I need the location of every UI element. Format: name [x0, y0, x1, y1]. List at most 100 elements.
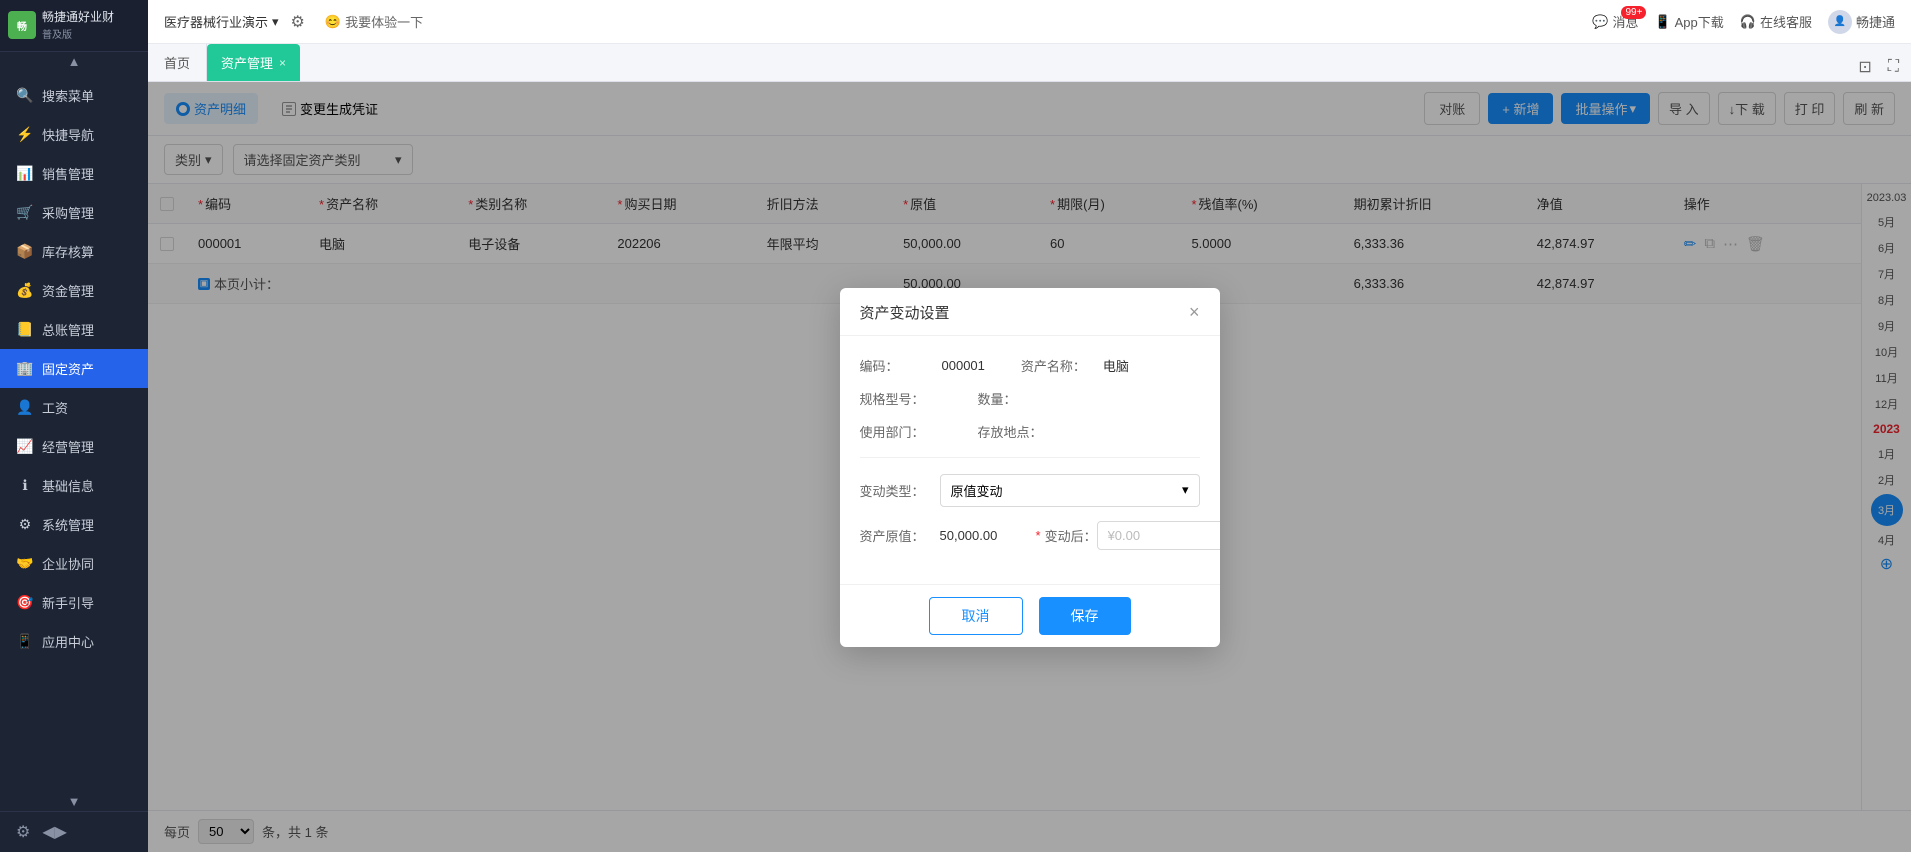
- experience-icon: 😊: [325, 14, 341, 30]
- tabbar: 首页 资产管理 × ⊡ ⛶: [148, 44, 1911, 82]
- fixed-assets-icon: 🏢: [16, 359, 34, 377]
- tab-home[interactable]: 首页: [148, 44, 207, 81]
- app-title: 畅捷通好业财: [42, 10, 114, 26]
- dialog-close-icon[interactable]: ×: [1189, 302, 1200, 323]
- quick-nav-icon: ⚡: [16, 125, 34, 143]
- tab-window-restore-icon[interactable]: ⊡: [1854, 53, 1875, 81]
- inventory-icon: 📦: [16, 242, 34, 260]
- dialog-after-change-input[interactable]: [1097, 521, 1220, 550]
- dialog-title: 资产变动设置: [860, 302, 950, 323]
- sidebar-scroll-up[interactable]: ▲: [0, 52, 148, 72]
- tabbar-right: ⊡ ⛶: [1854, 53, 1911, 81]
- system-icon: ⚙: [16, 515, 34, 533]
- sidebar-item-app-center[interactable]: 📱 应用中心: [0, 622, 148, 661]
- page-content: 资产明细 变更生成凭证 对账 + 新增 批量操作 ▾ 导 入 ↓下 载 打 印: [148, 82, 1911, 852]
- messages-btn[interactable]: 💬 消息 99+: [1592, 12, 1638, 31]
- sidebar-item-guide[interactable]: 🎯 新手引导: [0, 583, 148, 622]
- logo-icon: 畅: [8, 11, 36, 39]
- main-area: 医疗器械行业演示 ▾ ⚙ 😊 我要体验一下 💬 消息 99+ 📱 App下载 🎧…: [148, 0, 1911, 852]
- sidebar-item-fixed-assets[interactable]: 🏢 固定资产: [0, 349, 148, 388]
- purchase-icon: 🛒: [16, 203, 34, 221]
- message-icon: 💬: [1592, 14, 1608, 30]
- basic-info-icon: ℹ: [16, 476, 34, 494]
- topbar-settings-icon[interactable]: ⚙: [291, 12, 305, 32]
- settings-icon[interactable]: ⚙: [16, 822, 30, 842]
- dialog-location-label: 存放地点：: [978, 422, 1048, 441]
- tab-expand-icon[interactable]: ⛶: [1884, 54, 1903, 80]
- operations-icon: 📈: [16, 437, 34, 455]
- sidebar-title-wrap: 畅捷通好业财 普及版: [42, 10, 114, 41]
- enterprise-icon: 🤝: [16, 554, 34, 572]
- dialog-change-type-value: 原值变动: [951, 481, 1003, 500]
- company-name: 医疗器械行业演示: [164, 12, 268, 31]
- tab-asset-management[interactable]: 资产管理 ×: [207, 44, 300, 81]
- tab-close-icon[interactable]: ×: [279, 56, 286, 70]
- user-menu[interactable]: 👤 畅捷通: [1828, 10, 1895, 34]
- dialog-change-type-row: 变动类型： 原值变动 ▾: [860, 474, 1200, 507]
- customer-service-btn[interactable]: 🎧 在线客服: [1740, 12, 1812, 31]
- ledger-icon: 📒: [16, 320, 34, 338]
- dialog-required-mark: *: [1036, 528, 1041, 543]
- collapse-icon[interactable]: ◀▶: [42, 822, 67, 842]
- dialog-change-type-select[interactable]: 原值变动 ▾: [940, 474, 1200, 507]
- customer-service-icon: 🎧: [1740, 14, 1756, 30]
- avatar: 👤: [1828, 10, 1852, 34]
- dialog-code-label: 编码：: [860, 356, 930, 375]
- user-name: 畅捷通: [1856, 12, 1895, 31]
- experience-btn[interactable]: 😊 我要体验一下: [325, 12, 423, 31]
- guide-icon: 🎯: [16, 593, 34, 611]
- sales-icon: 📊: [16, 164, 34, 182]
- sidebar-header: 畅 畅捷通好业财 普及版: [0, 0, 148, 52]
- sidebar-item-ledger[interactable]: 📒 总账管理: [0, 310, 148, 349]
- dialog-name-value: 电脑: [1103, 356, 1129, 375]
- app-edition: 普及版: [42, 26, 114, 41]
- search-icon: 🔍: [16, 86, 34, 104]
- dialog-cancel-btn[interactable]: 取消: [929, 597, 1023, 635]
- sidebar-item-inventory[interactable]: 📦 库存核算: [0, 232, 148, 271]
- sidebar-scroll-down[interactable]: ▼: [0, 791, 148, 811]
- dialog-change-type-label: 变动类型：: [860, 481, 940, 500]
- dialog-row-spec-qty: 规格型号： 数量：: [860, 389, 1200, 408]
- dialog-spec-label: 规格型号：: [860, 389, 930, 408]
- dialog-divider: [860, 457, 1200, 458]
- dialog-row-code-name: 编码： 000001 资产名称： 电脑: [860, 356, 1200, 375]
- dialog-footer: 取消 保存: [840, 584, 1220, 647]
- dialog-body: 编码： 000001 资产名称： 电脑 规格型号： 数量：: [840, 336, 1220, 584]
- sidebar-item-search[interactable]: 🔍 搜索菜单: [0, 76, 148, 115]
- dialog-save-btn[interactable]: 保存: [1039, 597, 1131, 635]
- sidebar-nav: 🔍 搜索菜单 ⚡ 快捷导航 📊 销售管理 🛒 采购管理 📦 库存核算 💰 资金管…: [0, 72, 148, 791]
- dialog-original-value: 50,000.00: [940, 528, 1020, 543]
- topbar: 医疗器械行业演示 ▾ ⚙ 😊 我要体验一下 💬 消息 99+ 📱 App下载 🎧…: [148, 0, 1911, 44]
- sidebar-footer: ⚙ ◀▶: [0, 811, 148, 852]
- dialog-row-dept-location: 使用部门： 存放地点：: [860, 422, 1200, 441]
- company-dropdown-icon: ▾: [272, 14, 279, 30]
- modal-overlay: 资产变动设置 × 编码： 000001 资产名称： 电脑 规格: [148, 82, 1911, 852]
- dialog-header: 资产变动设置 ×: [840, 288, 1220, 336]
- sidebar-item-system[interactable]: ⚙ 系统管理: [0, 505, 148, 544]
- sidebar: 畅 畅捷通好业财 普及版 ▲ 🔍 搜索菜单 ⚡ 快捷导航 📊 销售管理 🛒 采购…: [0, 0, 148, 852]
- messages-badge: 99+: [1621, 6, 1646, 19]
- sidebar-item-quick-nav[interactable]: ⚡ 快捷导航: [0, 115, 148, 154]
- app-download-icon: 📱: [1654, 14, 1670, 30]
- topbar-right: 💬 消息 99+ 📱 App下载 🎧 在线客服 👤 畅捷通: [1592, 10, 1895, 34]
- dialog-dept-label: 使用部门：: [860, 422, 930, 441]
- dialog-original-label: 资产原值：: [860, 526, 940, 545]
- dialog-value-row: 资产原值： 50,000.00 * 变动后：: [860, 521, 1200, 550]
- dialog-name-label: 资产名称：: [1021, 356, 1091, 375]
- dialog-asset-change: 资产变动设置 × 编码： 000001 资产名称： 电脑 规格: [840, 288, 1220, 647]
- sidebar-item-operations[interactable]: 📈 经营管理: [0, 427, 148, 466]
- dialog-qty-label: 数量：: [978, 389, 1048, 408]
- sidebar-item-basic-info[interactable]: ℹ 基础信息: [0, 466, 148, 505]
- content-area: 资产明细 变更生成凭证 对账 + 新增 批量操作 ▾ 导 入 ↓下 载 打 印: [148, 82, 1911, 852]
- sidebar-item-sales[interactable]: 📊 销售管理: [0, 154, 148, 193]
- fund-icon: 💰: [16, 281, 34, 299]
- payroll-icon: 👤: [16, 398, 34, 416]
- dialog-code-value: 000001: [942, 358, 985, 373]
- company-selector[interactable]: 医疗器械行业演示 ▾: [164, 12, 279, 31]
- sidebar-item-fund[interactable]: 💰 资金管理: [0, 271, 148, 310]
- sidebar-item-purchase[interactable]: 🛒 采购管理: [0, 193, 148, 232]
- sidebar-item-enterprise[interactable]: 🤝 企业协同: [0, 544, 148, 583]
- dialog-after-label: 变动后：: [1045, 526, 1097, 545]
- sidebar-item-payroll[interactable]: 👤 工资: [0, 388, 148, 427]
- app-download-btn[interactable]: 📱 App下载: [1654, 12, 1723, 31]
